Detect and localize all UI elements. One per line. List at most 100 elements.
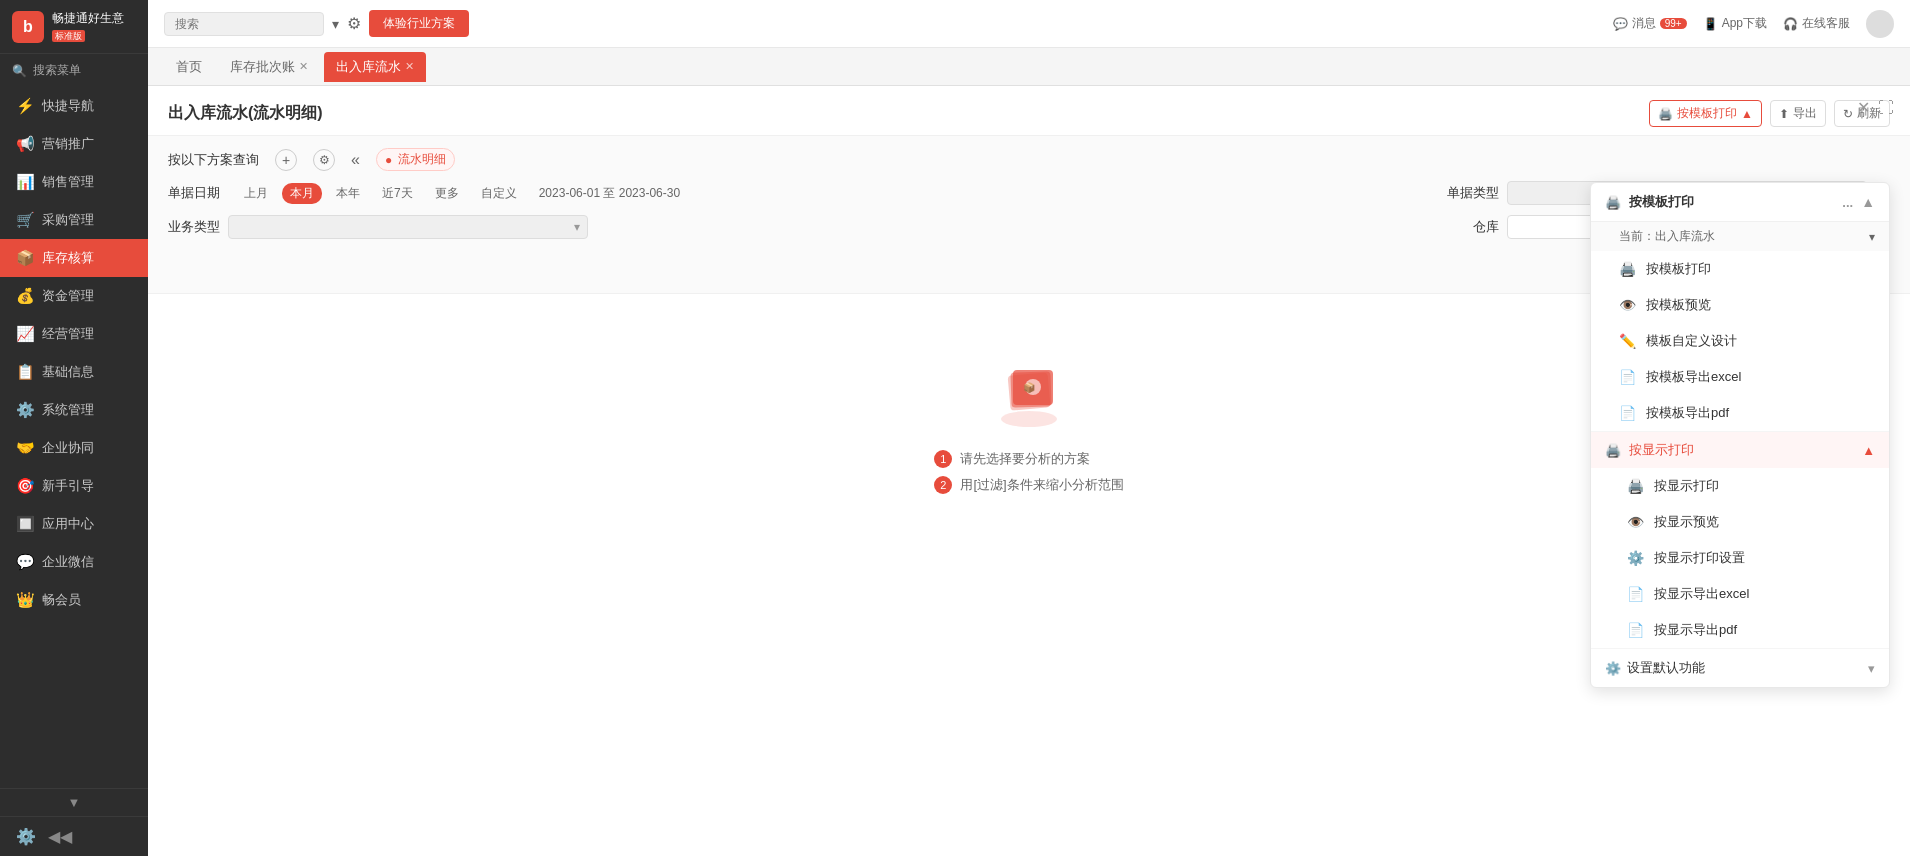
settings-default-icon: ⚙️ bbox=[1605, 661, 1621, 676]
panel-item-template-custom[interactable]: ✏️ 模板自定义设计 bbox=[1591, 323, 1889, 359]
sidebar-item-label: 基础信息 bbox=[42, 363, 94, 381]
group-print-icon: 🖨️ bbox=[1605, 443, 1621, 458]
tabbar: 首页 库存批次账 ✕ 出入库流水 ✕ bbox=[148, 48, 1910, 86]
panel-item-display-pdf[interactable]: 📄 按显示导出pdf bbox=[1591, 612, 1889, 648]
sidebar-item-wechat[interactable]: 💬 企业微信 bbox=[0, 543, 148, 581]
date-btn-custom[interactable]: 自定义 bbox=[473, 183, 525, 204]
sidebar-item-finance[interactable]: 💰 资金管理 bbox=[0, 277, 148, 315]
panel-item-template-preview[interactable]: 👁️ 按模板预览 bbox=[1591, 287, 1889, 323]
panel-item-display-excel[interactable]: 📄 按显示导出excel bbox=[1591, 576, 1889, 612]
panel-item-label: 模板自定义设计 bbox=[1646, 332, 1737, 350]
print-template-btn[interactable]: 🖨️ 按模板打印 ▲ bbox=[1649, 100, 1762, 127]
sidebar-item-label: 库存核算 bbox=[42, 249, 94, 267]
filter-add-btn[interactable]: + bbox=[275, 149, 297, 171]
panel-collapse-btn[interactable]: ▲ bbox=[1861, 194, 1875, 210]
system-icon: ⚙️ bbox=[16, 401, 34, 419]
panel-item-display-print[interactable]: 🖨️ 按显示打印 bbox=[1591, 468, 1889, 504]
panel-header: 🖨️ 按模板打印 ... ▲ bbox=[1591, 183, 1889, 222]
date-btn-last-month[interactable]: 上月 bbox=[236, 183, 276, 204]
date-filter: 上月 本月 本年 近7天 更多 自定义 2023-06-01 至 2023-06… bbox=[236, 183, 1055, 204]
template-custom-icon: ✏️ bbox=[1619, 333, 1636, 349]
filter-tag-label: 流水明细 bbox=[398, 151, 446, 168]
message-btn[interactable]: 💬 消息 99+ bbox=[1613, 15, 1687, 32]
appcenter-icon: 🔲 bbox=[16, 515, 34, 533]
date-btn-more[interactable]: 更多 bbox=[427, 183, 467, 204]
sidebar-item-label: 资金管理 bbox=[42, 287, 94, 305]
sidebar-scroll-down[interactable]: ▼ bbox=[0, 788, 148, 816]
empty-illustration: 📦 bbox=[989, 354, 1069, 434]
topbar: ▾ ⚙ 体验行业方案 💬 消息 99+ 📱 App下载 🎧 在线客服 bbox=[148, 0, 1910, 48]
sidebar-item-inventory[interactable]: 📦 库存核算 bbox=[0, 239, 148, 277]
footer-chevron-down-icon[interactable]: ▾ bbox=[1868, 661, 1875, 676]
date-btn-this-month[interactable]: 本月 bbox=[282, 183, 322, 204]
panel-item-label: 按显示打印 bbox=[1654, 477, 1719, 495]
sidebar-item-sales[interactable]: 📊 销售管理 bbox=[0, 163, 148, 201]
step-num-1: 1 bbox=[934, 450, 952, 468]
svg-point-0 bbox=[1001, 411, 1057, 427]
panel-item-display-settings[interactable]: ⚙️ 按显示打印设置 bbox=[1591, 540, 1889, 576]
sidebar-item-purchase[interactable]: 🛒 采购管理 bbox=[0, 201, 148, 239]
date-filter-label: 单据日期 bbox=[168, 184, 220, 202]
panel-item-template-excel[interactable]: 📄 按模板导出excel bbox=[1591, 359, 1889, 395]
sidebar-item-operation[interactable]: 📈 经营管理 bbox=[0, 315, 148, 353]
industry-btn[interactable]: 体验行业方案 bbox=[369, 10, 469, 37]
step-1-text: 请先选择要分析的方案 bbox=[960, 450, 1090, 468]
set-default-btn[interactable]: ⚙️ 设置默认功能 bbox=[1605, 659, 1705, 677]
sidebar-item-marketing[interactable]: 📢 营销推广 bbox=[0, 125, 148, 163]
tab-batch-close[interactable]: ✕ bbox=[299, 60, 308, 73]
app-download-btn[interactable]: 📱 App下载 bbox=[1703, 15, 1767, 32]
sidebar-item-guide[interactable]: 🎯 新手引导 bbox=[0, 467, 148, 505]
panel-item-label: 按显示打印设置 bbox=[1654, 549, 1745, 567]
display-pdf-icon: 📄 bbox=[1627, 622, 1644, 638]
sidebar-item-quick-nav[interactable]: ⚡ 快捷导航 bbox=[0, 87, 148, 125]
user-avatar[interactable] bbox=[1866, 10, 1894, 38]
biz-type-select[interactable] bbox=[228, 215, 588, 239]
panel-group-left: 🖨️ 按显示打印 bbox=[1605, 441, 1694, 459]
content-area: 出入库流水(流水明细) 🖨️ 按模板打印 ▲ ⬆ 导出 ↻ 刷新 ✕ bbox=[148, 86, 1910, 856]
online-service-btn[interactable]: 🎧 在线客服 bbox=[1783, 15, 1850, 32]
sidebar-item-basic[interactable]: 📋 基础信息 bbox=[0, 353, 148, 391]
online-service-label: 在线客服 bbox=[1802, 15, 1850, 32]
page-title: 出入库流水(流水明细) bbox=[168, 103, 323, 124]
tab-home[interactable]: 首页 bbox=[164, 52, 214, 82]
panel-item-display-preview[interactable]: 👁️ 按显示预览 bbox=[1591, 504, 1889, 540]
expand-icon[interactable]: ⛶ bbox=[1878, 99, 1894, 117]
current-label: 当前：出入库流水 bbox=[1619, 228, 1715, 245]
sidebar-item-system[interactable]: ⚙️ 系统管理 bbox=[0, 391, 148, 429]
date-btn-this-year[interactable]: 本年 bbox=[328, 183, 368, 204]
topbar-dropdown-icon[interactable]: ▾ bbox=[332, 16, 339, 32]
sidebar-settings-icon[interactable]: ⚙️ bbox=[16, 827, 36, 846]
search-menu[interactable]: 🔍 搜索菜单 bbox=[0, 54, 148, 87]
sidebar-item-collab[interactable]: 🤝 企业协同 bbox=[0, 429, 148, 467]
message-badge: 99+ bbox=[1660, 18, 1687, 29]
date-btn-7days[interactable]: 近7天 bbox=[374, 183, 421, 204]
topbar-gear-icon[interactable]: ⚙ bbox=[347, 14, 361, 33]
export-btn[interactable]: ⬆ 导出 bbox=[1770, 100, 1826, 127]
guide-icon: 🎯 bbox=[16, 477, 34, 495]
panel-group-header[interactable]: 🖨️ 按显示打印 ▲ bbox=[1591, 432, 1889, 468]
tab-batch[interactable]: 库存批次账 ✕ bbox=[218, 52, 320, 82]
tab-flow-close[interactable]: ✕ bbox=[405, 60, 414, 73]
panel-footer: ⚙️ 设置默认功能 ▾ bbox=[1591, 649, 1889, 687]
panel-dots-btn[interactable]: ... bbox=[1842, 195, 1853, 210]
sidebar-item-member[interactable]: 👑 畅会员 bbox=[0, 581, 148, 619]
sidebar-collapse-icon[interactable]: ◀◀ bbox=[48, 827, 72, 846]
filter-settings-btn[interactable]: ⚙ bbox=[313, 149, 335, 171]
topbar-search-input[interactable] bbox=[164, 12, 324, 36]
panel-header-left: 🖨️ 按模板打印 bbox=[1605, 193, 1694, 211]
sidebar-item-appcenter[interactable]: 🔲 应用中心 bbox=[0, 505, 148, 543]
chevron-down-icon[interactable]: ▾ bbox=[1869, 230, 1875, 244]
filter-collapse-btn[interactable]: « bbox=[351, 151, 360, 169]
search-icon: 🔍 bbox=[12, 64, 27, 78]
biz-type-select-wrap: ▾ bbox=[228, 215, 588, 239]
step-2-text: 用[过滤]条件来缩小分析范围 bbox=[960, 476, 1123, 494]
close-icon[interactable]: ✕ bbox=[1857, 98, 1870, 117]
main-area: ▾ ⚙ 体验行业方案 💬 消息 99+ 📱 App下载 🎧 在线客服 首页 bbox=[148, 0, 1910, 856]
panel-item-template-print[interactable]: 🖨️ 按模板打印 bbox=[1591, 251, 1889, 287]
export-icon: ⬆ bbox=[1779, 107, 1789, 121]
filter-tag: ● 流水明细 bbox=[376, 148, 455, 171]
panel-item-template-pdf[interactable]: 📄 按模板导出pdf bbox=[1591, 395, 1889, 431]
tab-flow[interactable]: 出入库流水 ✕ bbox=[324, 52, 426, 82]
filter-tag-icon: ● bbox=[385, 153, 392, 167]
display-print-icon: 🖨️ bbox=[1627, 478, 1644, 494]
